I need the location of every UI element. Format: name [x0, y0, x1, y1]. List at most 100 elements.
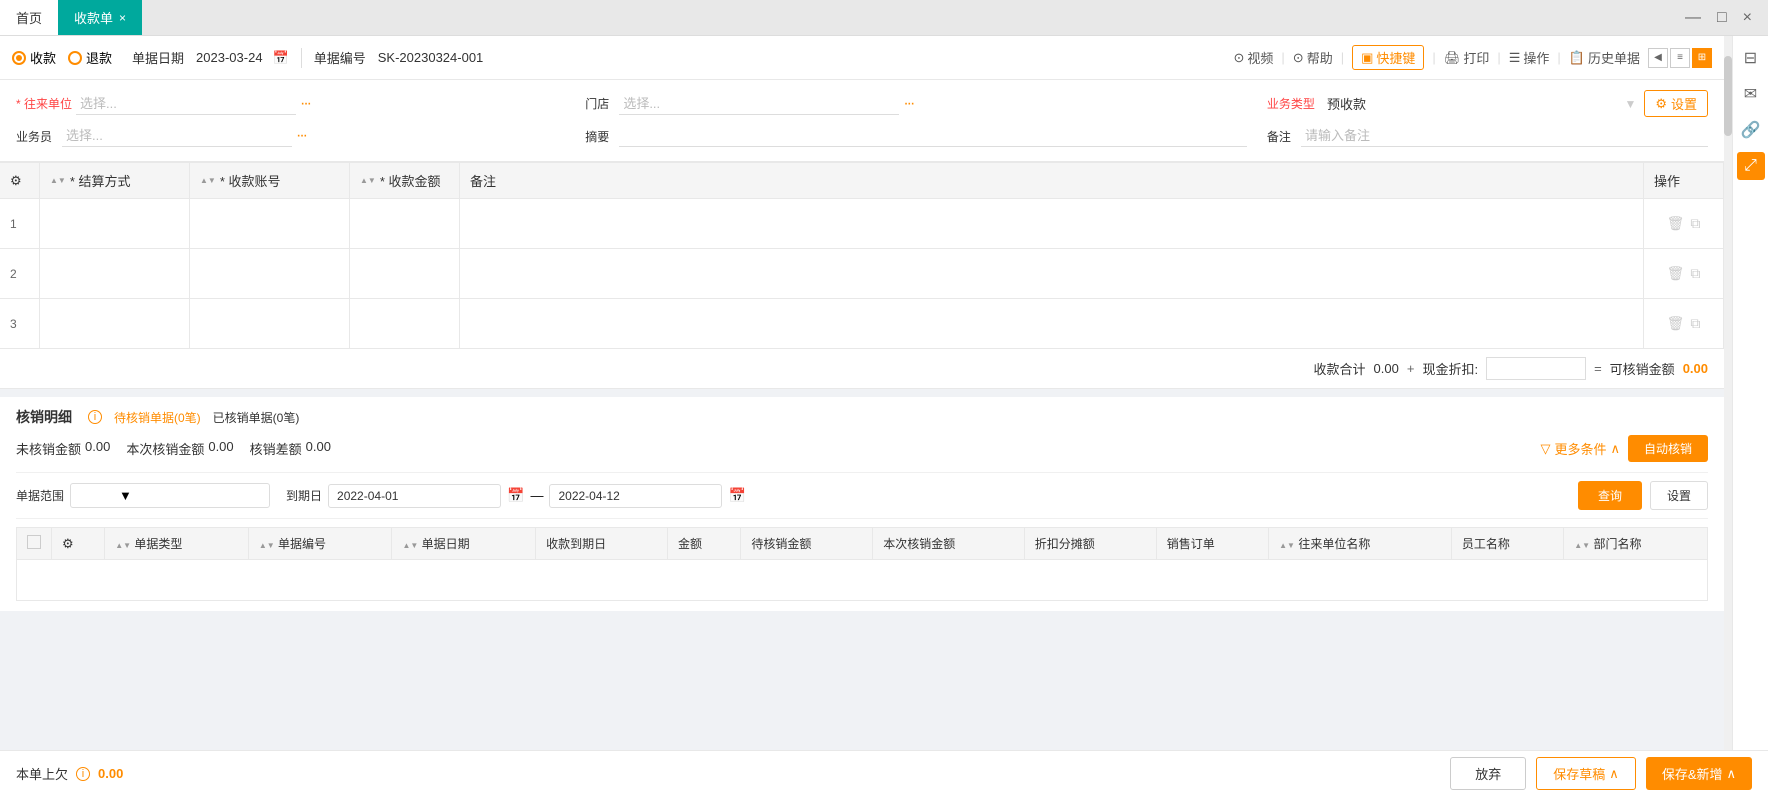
- calendar-to-icon[interactable]: 📅: [728, 487, 745, 504]
- store-field: 门店 ···: [545, 93, 1247, 115]
- calendar-from-icon[interactable]: 📅: [507, 487, 524, 504]
- range-select[interactable]: ▼: [70, 483, 270, 508]
- save-draft-button[interactable]: 保存草稿 ∧: [1536, 757, 1636, 790]
- filter-right-actions: 查询 设置: [1578, 481, 1708, 510]
- sidebar-table-icon[interactable]: ⊟: [1737, 44, 1765, 72]
- set-button[interactable]: 设置: [1650, 481, 1708, 510]
- current-label: 本次核销金额: [126, 439, 204, 458]
- th-amount-label: * 收款金额: [380, 171, 441, 190]
- footer-info-icon[interactable]: i: [76, 767, 90, 781]
- query-button[interactable]: 查询: [1578, 481, 1642, 510]
- amount-sort-icon[interactable]: ▲▼: [360, 176, 376, 185]
- save-arrow-icon: ∧: [1726, 766, 1736, 782]
- payment-table: ⚙ ▲▼ * 结算方式 ▲▼ * 收款账号 ▲▼ * 收款金额 备注 操作: [0, 162, 1724, 349]
- sort-icon4: ▲▼: [1279, 541, 1295, 550]
- calendar-icon[interactable]: 📅: [273, 50, 289, 66]
- minimize-button[interactable]: —: [1681, 9, 1705, 27]
- store-input[interactable]: [619, 93, 899, 115]
- sidebar-email-icon[interactable]: ✉: [1737, 80, 1765, 108]
- counterparty-field: * 往来单位 ···: [16, 93, 545, 115]
- diff-label: 核销差额: [250, 439, 302, 458]
- copy-icon-3[interactable]: ⧉: [1690, 315, 1700, 332]
- footer-spacer: [0, 611, 1724, 671]
- td-note-3[interactable]: [460, 299, 1644, 348]
- more-conditions-button[interactable]: ▽ 更多条件 ∧: [1540, 439, 1620, 458]
- note-input[interactable]: [1301, 125, 1708, 147]
- td-amount-3[interactable]: [350, 299, 460, 348]
- window-controls: — □ ×: [1681, 0, 1768, 35]
- settings-button[interactable]: ⚙ 设置: [1644, 90, 1708, 117]
- delete-icon-2[interactable]: 🗑: [1667, 265, 1685, 282]
- form-area: * 往来单位 ··· 门店 ··· 业务类型 预收款 ▼ ⚙ 设置: [0, 80, 1724, 162]
- footer-buttons: 放弃 保存草稿 ∧ 保存&新增 ∧: [1450, 757, 1752, 790]
- operate-action[interactable]: ☰ 操作: [1509, 48, 1550, 67]
- td-settle-2[interactable]: [40, 249, 190, 298]
- td-account-2[interactable]: [190, 249, 350, 298]
- date-range-field: 到期日 📅 — 📅: [286, 484, 746, 508]
- history-action[interactable]: 📋 历史单据: [1569, 48, 1640, 67]
- sidebar-expand-icon[interactable]: ⤢: [1737, 152, 1765, 180]
- settle-sort-icon[interactable]: ▲▼: [50, 176, 66, 185]
- th-settings[interactable]: ⚙: [0, 163, 40, 198]
- pending-tab[interactable]: 待核销单据(0笔): [114, 409, 201, 426]
- date-to-input[interactable]: [549, 484, 722, 508]
- sidebar-link-icon[interactable]: 🔗: [1737, 116, 1765, 144]
- date-from-input[interactable]: [328, 484, 501, 508]
- nav-list[interactable]: ≡: [1670, 48, 1690, 68]
- diff-stat: 核销差额 0.00: [250, 439, 331, 458]
- verify-info-icon[interactable]: i: [88, 410, 102, 424]
- delete-icon-3[interactable]: 🗑: [1667, 315, 1685, 332]
- nav-grid[interactable]: ⊞: [1692, 48, 1712, 68]
- th-account: ▲▼ * 收款账号: [190, 163, 350, 198]
- discount-input[interactable]: [1486, 357, 1586, 380]
- nav-prev[interactable]: ◀: [1648, 48, 1668, 68]
- td-settle-3[interactable]: [40, 299, 190, 348]
- date-value[interactable]: 2023-03-24: [196, 50, 263, 65]
- receipt-radio-label: 收款: [30, 48, 56, 67]
- scrollbar[interactable]: [1724, 36, 1732, 796]
- discard-button[interactable]: 放弃: [1450, 757, 1526, 790]
- tab-close-icon[interactable]: ×: [119, 11, 126, 25]
- video-action[interactable]: ⊙ 视频: [1233, 48, 1273, 67]
- td-account-1[interactable]: [190, 199, 350, 248]
- form-row-1: * 往来单位 ··· 门店 ··· 业务类型 预收款 ▼ ⚙ 设置: [16, 90, 1708, 117]
- delete-icon-1[interactable]: 🗑: [1667, 215, 1685, 232]
- store-more-icon[interactable]: ···: [903, 95, 913, 113]
- td-amount-2[interactable]: [350, 249, 460, 298]
- auto-verify-button[interactable]: 自动核销: [1628, 435, 1708, 462]
- td-note-2[interactable]: [460, 249, 1644, 298]
- shortcut-action[interactable]: ▣ 快捷键: [1352, 45, 1424, 70]
- scrollbar-thumb[interactable]: [1724, 56, 1732, 136]
- counterparty-input[interactable]: [76, 93, 296, 115]
- header-checkbox[interactable]: [27, 535, 41, 549]
- help-action[interactable]: ⊙ 帮助: [1293, 48, 1333, 67]
- store-label: 门店: [585, 95, 609, 112]
- done-tab[interactable]: 已核销单据(0笔): [213, 409, 300, 426]
- tab-home[interactable]: 首页: [0, 0, 58, 35]
- tab-receipt[interactable]: 收款单 ×: [58, 0, 142, 35]
- summary-input[interactable]: [619, 125, 1247, 147]
- save-new-button[interactable]: 保存&新增 ∧: [1646, 757, 1752, 790]
- copy-icon-2[interactable]: ⧉: [1690, 265, 1700, 282]
- td-note-1[interactable]: [460, 199, 1644, 248]
- counterparty-more-icon[interactable]: ···: [300, 95, 310, 113]
- refund-radio[interactable]: 退款: [68, 48, 112, 67]
- td-account-3[interactable]: [190, 299, 350, 348]
- close-button[interactable]: ×: [1739, 9, 1756, 27]
- shortcut-label: 快捷键: [1376, 48, 1415, 67]
- print-action[interactable]: 🖨 打印: [1444, 48, 1490, 67]
- detail-table: ⚙ ▲▼ 单据类型 ▲▼ 单据编号 ▲▼ 单据日期 收款到期日 金额: [16, 527, 1708, 601]
- th-setting-detail[interactable]: ⚙: [52, 528, 105, 560]
- td-amount-1[interactable]: [350, 199, 460, 248]
- copy-icon-1[interactable]: ⧉: [1690, 215, 1700, 232]
- account-sort-icon[interactable]: ▲▼: [200, 176, 216, 185]
- biztype-arrow-icon[interactable]: ▼: [1624, 97, 1636, 111]
- operate-icon: ☰: [1509, 50, 1521, 66]
- receipt-radio-dot: [12, 51, 26, 65]
- th-doc-type: ▲▼ 单据类型: [105, 528, 249, 560]
- receipt-radio[interactable]: 收款: [12, 48, 56, 67]
- staff-more-icon[interactable]: ···: [296, 127, 306, 145]
- staff-input[interactable]: [62, 125, 292, 147]
- maximize-button[interactable]: □: [1713, 9, 1731, 27]
- td-settle-1[interactable]: [40, 199, 190, 248]
